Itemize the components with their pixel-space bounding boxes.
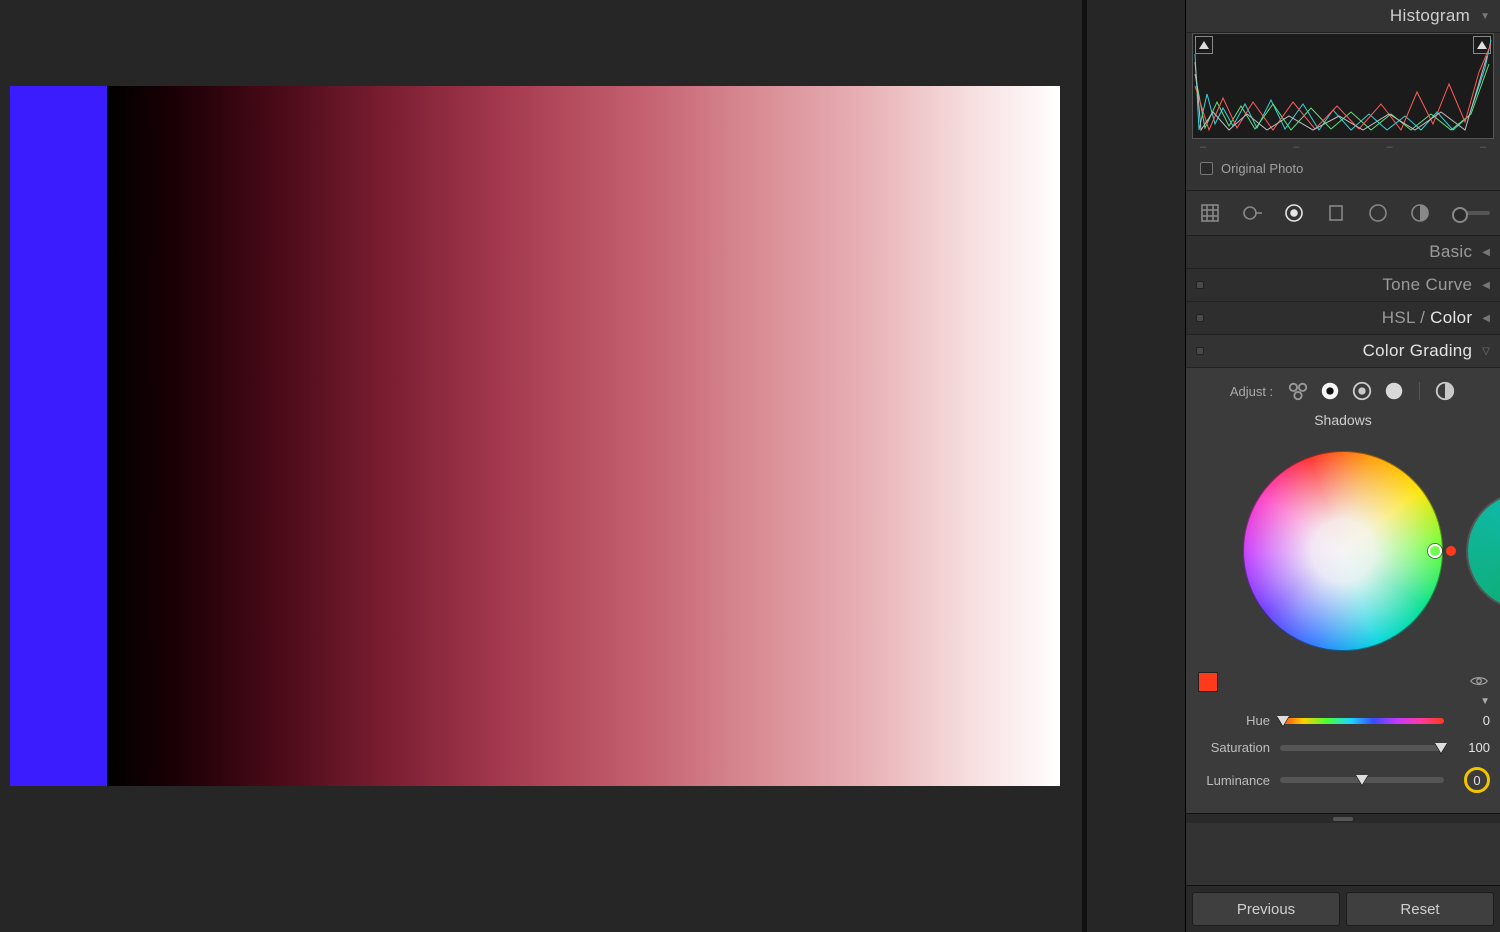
tick: – xyxy=(1293,141,1299,153)
panel-title: Basic xyxy=(1429,242,1472,262)
neighbor-wheel-peek[interactable] xyxy=(1466,491,1500,611)
adjust-3way-icon[interactable] xyxy=(1287,380,1309,402)
chevron-down-icon: ▽ xyxy=(1482,346,1490,357)
chevron-left-icon: ◀ xyxy=(1482,313,1490,324)
clipping-overlay-left xyxy=(10,86,107,786)
panel-title: Color Grading xyxy=(1363,341,1473,361)
panel-toggle-icon[interactable] xyxy=(1196,281,1204,289)
color-grading-panel: Adjust : Shadows xyxy=(1186,368,1500,813)
canvas-area[interactable] xyxy=(0,0,1185,932)
tool-strip xyxy=(1186,190,1500,236)
wheel-center-icon xyxy=(1342,550,1345,553)
spot-removal-tool-icon[interactable] xyxy=(1238,199,1266,227)
tick: – xyxy=(1387,141,1393,153)
wheel-handle-color-icon xyxy=(1446,546,1456,556)
masking-tool-icon[interactable] xyxy=(1280,199,1308,227)
crop-tool-icon[interactable] xyxy=(1196,199,1224,227)
slider-thumb[interactable] xyxy=(1356,775,1368,785)
histogram-display[interactable] xyxy=(1192,33,1494,139)
histogram-ticks: – – – – xyxy=(1192,139,1494,155)
original-photo-label: Original Photo xyxy=(1221,161,1303,176)
color-wheel[interactable] xyxy=(1243,451,1443,651)
panel-header-hsl-color[interactable]: HSL / Color ◀ xyxy=(1186,302,1500,335)
previous-button[interactable]: Previous xyxy=(1192,892,1340,926)
adjust-global-icon[interactable] xyxy=(1434,380,1456,402)
panel-title-emph: Color xyxy=(1430,308,1472,327)
panel-divider[interactable] xyxy=(1082,0,1087,932)
chevron-left-icon: ◀ xyxy=(1482,280,1490,291)
panel-toggle-icon[interactable] xyxy=(1196,314,1204,322)
preview-eye-icon[interactable] xyxy=(1470,675,1488,690)
saturation-slider-row: Saturation 100 xyxy=(1196,734,1490,761)
color-swatch[interactable] xyxy=(1198,672,1218,692)
radial-filter-icon[interactable] xyxy=(1406,199,1434,227)
side-panel: Histogram ▼ – – – – xyxy=(1185,0,1500,932)
highlight-ring-icon: 0 xyxy=(1464,767,1490,793)
luminance-slider-row: Luminance 0 xyxy=(1196,761,1490,799)
slider-thumb[interactable] xyxy=(1277,716,1289,726)
panel-toggle-icon[interactable] xyxy=(1196,347,1204,355)
slider-label: Hue xyxy=(1196,713,1270,728)
hue-value[interactable]: 0 xyxy=(1454,713,1490,728)
panel-header-basic[interactable]: Basic ◀ xyxy=(1186,236,1500,269)
reset-button[interactable]: Reset xyxy=(1346,892,1494,926)
wheel-handle[interactable] xyxy=(1428,544,1442,558)
panel-resize-handle[interactable] xyxy=(1186,813,1500,823)
adjust-shadows-icon[interactable] xyxy=(1319,380,1341,402)
image-gradient xyxy=(107,86,1060,786)
panel-title-pre: HSL / xyxy=(1382,308,1430,327)
hue-slider-row: Hue 0 xyxy=(1196,707,1490,734)
panel-header-color-grading[interactable]: Color Grading ▽ xyxy=(1186,335,1500,368)
adjust-highlights-icon[interactable] xyxy=(1383,380,1405,402)
panel-title: Tone Curve xyxy=(1382,275,1472,295)
graduated-filter-icon[interactable] xyxy=(1364,199,1392,227)
chevron-down-icon: ▼ xyxy=(1480,11,1490,22)
saturation-slider[interactable] xyxy=(1280,745,1444,751)
redeye-tool-icon[interactable] xyxy=(1322,199,1350,227)
slider-label: Saturation xyxy=(1196,740,1270,755)
adjust-midtones-icon[interactable] xyxy=(1351,380,1373,402)
panel-title: Histogram xyxy=(1390,6,1470,26)
tick: – xyxy=(1200,141,1206,153)
panel-header-tone-curve[interactable]: Tone Curve ◀ xyxy=(1186,269,1500,302)
panel-title: HSL / Color xyxy=(1382,308,1473,328)
panel-header-histogram[interactable]: Histogram ▼ xyxy=(1186,0,1500,33)
hue-slider[interactable] xyxy=(1280,718,1444,724)
adjust-label: Adjust : xyxy=(1230,384,1273,399)
color-grading-section-label: Shadows xyxy=(1196,412,1490,436)
luminance-slider[interactable] xyxy=(1280,777,1444,783)
separator xyxy=(1419,382,1420,400)
histogram-graph xyxy=(1193,34,1493,139)
chevron-left-icon: ◀ xyxy=(1482,247,1490,258)
tick: – xyxy=(1480,141,1486,153)
tool-amount-slider[interactable] xyxy=(1452,211,1490,215)
slider-label: Luminance xyxy=(1196,773,1270,788)
disclosure-triangle-icon[interactable]: ▼ xyxy=(1480,696,1490,707)
original-photo-checkbox[interactable] xyxy=(1200,162,1213,175)
slider-thumb[interactable] xyxy=(1435,743,1447,753)
saturation-value[interactable]: 100 xyxy=(1454,740,1490,755)
image-preview[interactable] xyxy=(10,86,1060,786)
luminance-value[interactable]: 0 xyxy=(1454,767,1490,793)
